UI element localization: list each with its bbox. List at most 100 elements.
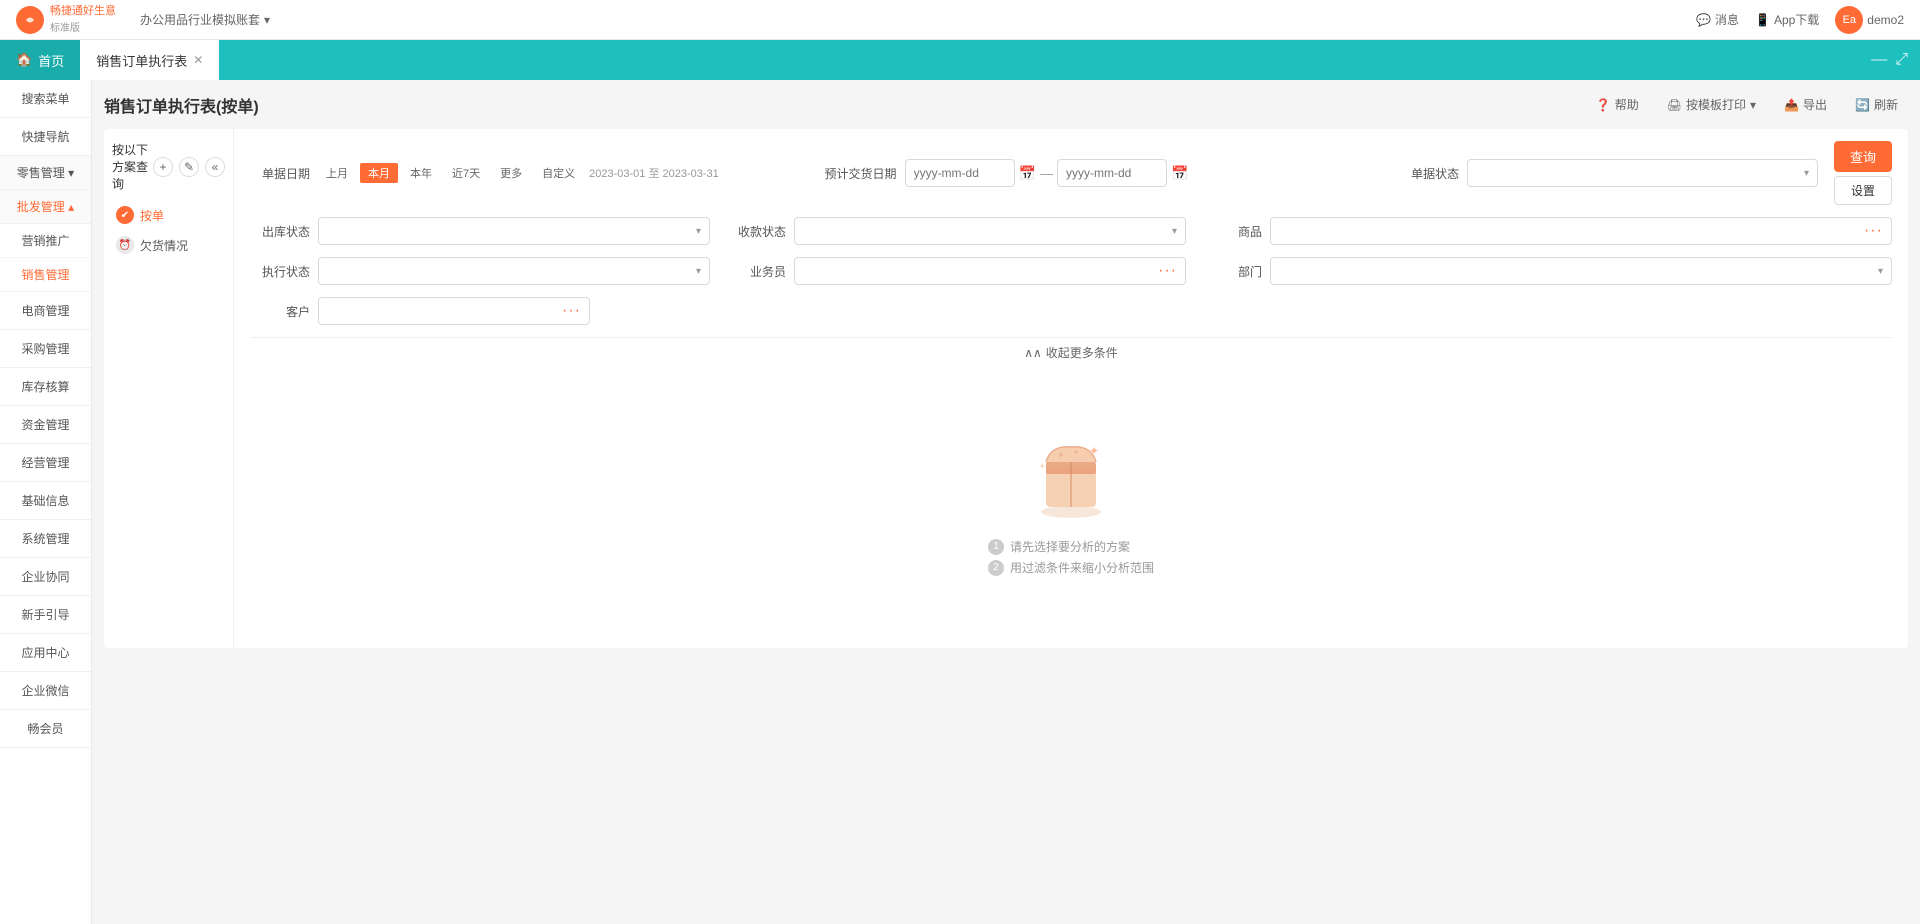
page-title: 销售订单执行表(按单)	[104, 93, 259, 117]
salesman-more-icon[interactable]: ···	[1158, 262, 1177, 280]
basic-label: 基础信息	[21, 494, 69, 508]
customer-input[interactable]: ···	[318, 297, 590, 325]
ecommerce-label: 电商管理	[21, 304, 69, 318]
nav-tabs-right: — ⤢	[1859, 51, 1920, 69]
main-layout: 搜索菜单 快捷导航 零售管理 ▾ 批发管理 ▴ 营销推广 销售管理 电商管理 采…	[0, 80, 1920, 924]
collapse-button[interactable]: ∧∧ 收起更多条件	[250, 337, 1892, 367]
top-header: 畅捷通好生意 标准版 办公用品行业模拟账套 ▾ 💬 消息 📱 App下载 Ea …	[0, 0, 1920, 40]
print-arrow-icon: ▾	[1750, 98, 1756, 112]
add-icon: +	[159, 160, 166, 174]
query-actions: 查询 设置	[1834, 141, 1892, 205]
sidebar-item-system[interactable]: 系统管理	[0, 520, 91, 558]
print-button[interactable]: 🖨 按模板打印 ▾	[1657, 92, 1766, 117]
app-download-label: App下载	[1774, 11, 1819, 28]
refresh-button[interactable]: 🔄 刷新	[1845, 92, 1908, 117]
sidebar-item-wechat[interactable]: 企业微信	[0, 672, 91, 710]
sidebar-item-search[interactable]: 搜索菜单	[0, 80, 91, 118]
export-button[interactable]: 📤 导出	[1774, 92, 1837, 117]
edit-scheme-button[interactable]: ✎	[179, 157, 199, 177]
scheme-item-owed[interactable]: ⏰ 欠货情况	[112, 230, 225, 260]
date-tab-this-month[interactable]: 本月	[360, 163, 398, 183]
print-label: 按模板打印	[1686, 96, 1746, 113]
scheme-item-by-order[interactable]: ✔ 按单	[112, 200, 225, 230]
query-button[interactable]: 查询	[1834, 141, 1892, 172]
wechat-label: 企业微信	[21, 684, 69, 698]
customer-label: 客户	[250, 303, 310, 320]
exec-status-arrow: ▾	[696, 266, 701, 277]
sidebar-item-basic[interactable]: 基础信息	[0, 482, 91, 520]
order-status-select[interactable]: ▾	[1467, 159, 1818, 187]
edit-icon: ✎	[184, 160, 194, 174]
sidebar-item-member[interactable]: 畅会员	[0, 710, 91, 748]
order-status-arrow: ▾	[1804, 168, 1809, 179]
tab-close-icon[interactable]: ✕	[193, 53, 203, 67]
maximize-icon[interactable]: ⤢	[1895, 51, 1908, 69]
sidebar-item-wholesale[interactable]: 批发管理 ▴	[0, 190, 91, 224]
date-tab-this-year[interactable]: 本年	[402, 163, 440, 183]
date-tab-last7days[interactable]: 近7天	[444, 163, 488, 183]
collapse-scheme-button[interactable]: «	[205, 157, 225, 177]
exec-status-label: 执行状态	[250, 263, 310, 280]
minimize-icon[interactable]: —	[1871, 51, 1887, 69]
system-label: 系统管理	[21, 532, 69, 546]
sidebar-item-finance[interactable]: 资金管理	[0, 406, 91, 444]
help-icon: ❓	[1596, 98, 1611, 112]
sidebar-item-purchase[interactable]: 采购管理	[0, 330, 91, 368]
goods-more-icon[interactable]: ···	[1864, 222, 1883, 240]
tab-sales-order[interactable]: 销售订单执行表 ✕	[80, 40, 219, 80]
expected-date-to-input[interactable]	[1057, 159, 1167, 187]
refresh-icon: 🔄	[1855, 98, 1870, 112]
sidebar-item-newbie[interactable]: 新手引导	[0, 596, 91, 634]
username-label: demo2	[1867, 13, 1904, 27]
sidebar-item-enterprise[interactable]: 企业协同	[0, 558, 91, 596]
sidebar-item-app-center[interactable]: 应用中心	[0, 634, 91, 672]
date-control: 上月 本月 本年 近7天 更多 自定义 2023-03-01 至 2023-03…	[318, 163, 809, 183]
expected-date-from-input[interactable]	[905, 159, 1015, 187]
user-area[interactable]: Ea demo2	[1835, 6, 1904, 34]
settings-button[interactable]: 设置	[1834, 176, 1892, 205]
sidebar-item-shortcut[interactable]: 快捷导航	[0, 118, 91, 156]
filter-field-exec-status: 执行状态 ▾	[250, 257, 710, 285]
help-button[interactable]: ❓ 帮助	[1586, 92, 1649, 117]
logo-sub: 标准版	[50, 19, 116, 34]
filter-left-actions: + ✎ «	[153, 157, 225, 177]
date-tab-custom[interactable]: 自定义	[534, 163, 583, 183]
owed-icon: ⏰	[119, 240, 131, 251]
filter-left-title: 按以下方案查询 + ✎ «	[112, 141, 225, 192]
hint-num-2: 2	[988, 560, 1004, 576]
collapse-scheme-icon: «	[212, 160, 219, 174]
exec-status-select[interactable]: ▾	[318, 257, 710, 285]
filter-field-goods: 商品 ···	[1202, 217, 1892, 245]
sidebar-item-marketing[interactable]: 营销推广	[0, 224, 91, 258]
home-icon: 🏠	[16, 52, 32, 68]
add-scheme-button[interactable]: +	[153, 157, 173, 177]
refresh-label: 刷新	[1874, 96, 1898, 113]
customer-more-icon[interactable]: ···	[562, 302, 581, 320]
date-tab-last-month[interactable]: 上月	[318, 163, 356, 183]
app-center-label: 应用中心	[21, 646, 69, 660]
scheme-label-by-order: 按单	[140, 207, 164, 224]
hint-text-2: 用过滤条件来缩小分析范围	[1010, 559, 1154, 576]
dept-select[interactable]: ▾	[1270, 257, 1892, 285]
sidebar-item-retail[interactable]: 零售管理 ▾	[0, 156, 91, 190]
sidebar-item-inventory[interactable]: 库存核算	[0, 368, 91, 406]
calendar-from-icon[interactable]: 📅	[1019, 165, 1036, 182]
sidebar-item-ecommerce[interactable]: 电商管理	[0, 292, 91, 330]
date-tab-more[interactable]: 更多	[492, 163, 530, 183]
sidebar-item-operation[interactable]: 经营管理	[0, 444, 91, 482]
breadcrumb[interactable]: 办公用品行业模拟账套 ▾	[140, 11, 270, 28]
export-icon: 📤	[1784, 98, 1799, 112]
filter-field-ship-status: 出库状态 ▾	[250, 217, 710, 245]
message-button[interactable]: 💬 消息	[1696, 11, 1739, 28]
tab-home[interactable]: 🏠 首页	[0, 40, 80, 80]
calendar-to-icon[interactable]: 📅	[1171, 165, 1188, 182]
tab-sales-order-label: 销售订单执行表	[96, 51, 187, 70]
app-download-button[interactable]: 📱 App下载	[1755, 11, 1819, 28]
receive-status-select[interactable]: ▾	[794, 217, 1186, 245]
breadcrumb-arrow: ▾	[264, 13, 270, 27]
receive-status-arrow: ▾	[1172, 226, 1177, 237]
salesman-input[interactable]: ···	[794, 257, 1186, 285]
goods-input[interactable]: ···	[1270, 217, 1892, 245]
sidebar-item-sales-mgmt[interactable]: 销售管理	[0, 258, 91, 292]
ship-status-select[interactable]: ▾	[318, 217, 710, 245]
